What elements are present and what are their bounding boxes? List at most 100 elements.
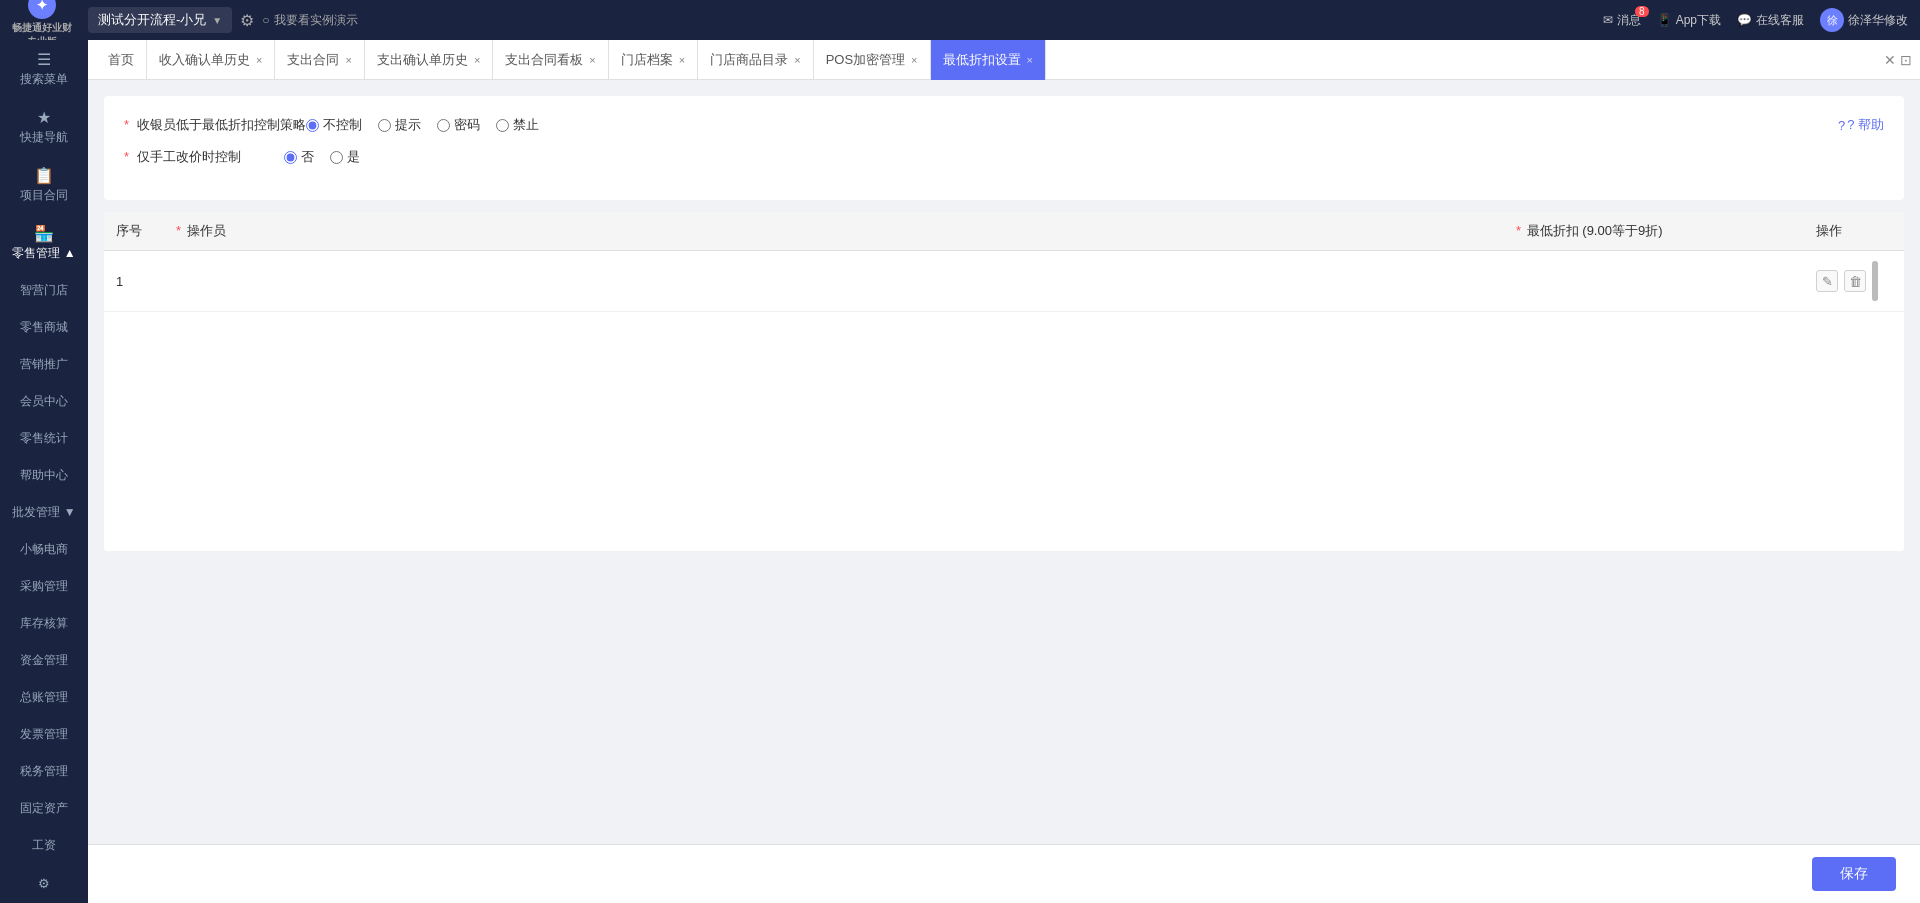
salary-label: 工资 [32,837,56,854]
cell-operator[interactable] [164,251,1504,311]
tab-expense-history-close[interactable]: × [474,54,480,66]
help-text: ? 帮助 [1847,116,1884,134]
user-item[interactable]: 徐 徐泽华修改 [1820,8,1908,32]
cell-min-discount[interactable] [1504,251,1804,311]
sidebar-item-inventory[interactable]: 库存核算 [0,605,88,642]
sidebar-item-search[interactable]: ☰ 搜索菜单 [0,40,88,98]
tab-expense-history[interactable]: 支出确认单历史 × [365,40,493,80]
sidebar-item-wholesale[interactable]: 批发管理 ▼ [0,494,88,531]
tab-income-history[interactable]: 收入确认单历史 × [147,40,275,80]
sidebar-item-purchase[interactable]: 采购管理 [0,568,88,605]
sidebar-item-smart-store[interactable]: 智营门店 [0,272,88,309]
close-current-tab-icon[interactable]: ✕ [1884,52,1896,68]
online-service-icon: 💬 [1737,13,1752,27]
radio-yes-input[interactable] [330,151,343,164]
close-all-tabs-icon[interactable]: ⊡ [1900,52,1912,68]
sidebar-item-ledger[interactable]: 总账管理 [0,679,88,716]
app-download-item[interactable]: 📱 App下载 [1657,12,1721,29]
topbar-settings-icon[interactable]: ⚙ [240,11,254,30]
sidebar-item-retail[interactable]: 🏪 零售管理 ▲ [0,214,88,272]
tab-pos-encrypt[interactable]: POS加密管理 × [814,40,931,80]
radio-password-input[interactable] [437,119,450,132]
delete-icon: 🗑 [1849,274,1862,289]
tab-close-actions: ✕ ⊡ [1876,52,1912,68]
radio-no[interactable]: 否 [284,148,314,166]
smart-store-label: 智营门店 [20,282,68,299]
field2-label-text: 仅手工改价时控制 [137,149,241,164]
manual-price-radio-group: 否 是 [284,148,360,166]
sidebar-item-retail-mall[interactable]: 零售商城 [0,309,88,346]
app-container: ✦ 畅捷通好业财 专业版 测试分开流程-小兄 ▼ ⚙ ○ 我要看实例演示 ✉ 消… [0,0,1920,903]
logo-icon: ✦ [28,0,56,19]
tab-pos-encrypt-close[interactable]: × [911,54,917,66]
purchase-label: 采购管理 [20,578,68,595]
col-seq: 序号 [104,212,164,250]
col-min-discount-required: * [1516,223,1521,238]
tab-min-discount[interactable]: 最低折扣设置 × [931,40,1046,80]
retail-mall-label: 零售商城 [20,319,68,336]
table-row: 1 ✎ [104,251,1904,312]
sidebar-item-shortcut[interactable]: ★ 快捷导航 [0,98,88,156]
sidebar-item-invoice[interactable]: 发票管理 [0,716,88,753]
radio-no-control[interactable]: 不控制 [306,116,362,134]
tab-expense-contract-close[interactable]: × [345,54,351,66]
project-selector[interactable]: 测试分开流程-小兄 ▼ [88,7,232,33]
sidebar-item-ecommerce[interactable]: 小畅电商 [0,531,88,568]
tab-home[interactable]: 首页 [96,40,147,80]
operator-input[interactable] [176,274,1492,289]
col-action-label: 操作 [1816,223,1842,238]
sidebar-item-asset[interactable]: 固定资产 [0,790,88,827]
sidebar-item-salary[interactable]: 工资 [0,827,88,864]
sidebar-settings-btn[interactable]: ⚙ [0,864,88,903]
col-operator: * 操作员 [164,212,1504,250]
radio-no-input[interactable] [284,151,297,164]
radio-password[interactable]: 密码 [437,116,480,134]
sidebar-item-finance[interactable]: 资金管理 [0,642,88,679]
retail-stat-label: 零售统计 [20,430,68,447]
sidebar-item-help[interactable]: 帮助中心 [0,457,88,494]
settings-gear-icon: ⚙ [38,876,50,891]
save-button[interactable]: 保存 [1812,857,1896,891]
tab-income-history-close[interactable]: × [256,54,262,66]
row-delete-btn[interactable]: 🗑 [1844,270,1866,292]
cell-seq: 1 [104,251,164,311]
tab-min-discount-close[interactable]: × [1027,54,1033,66]
help-link[interactable]: ? ? 帮助 [1838,116,1884,134]
radio-remind[interactable]: 提示 [378,116,421,134]
tab-store-products-close[interactable]: × [794,54,800,66]
radio-no-control-input[interactable] [306,119,319,132]
radio-forbid[interactable]: 禁止 [496,116,539,134]
ledger-label: 总账管理 [20,689,68,706]
tab-store-products[interactable]: 门店商品目录 × [698,40,813,80]
radio-yes[interactable]: 是 [330,148,360,166]
form-row-2: * 仅手工改价时控制 否 是 [124,148,1884,166]
tab-expense-board-close[interactable]: × [589,54,595,66]
avatar: 徐 [1820,8,1844,32]
sidebar-item-marketing[interactable]: 营销推广 [0,346,88,383]
sidebar-item-retail-stat[interactable]: 零售统计 [0,420,88,457]
shortcut-icon: ★ [37,108,51,127]
radio-forbid-input[interactable] [496,119,509,132]
tab-expense-board[interactable]: 支出合同看板 × [493,40,608,80]
sidebar-item-project[interactable]: 📋 项目合同 [0,156,88,214]
tab-store-file-close[interactable]: × [679,54,685,66]
row-edit-btn[interactable]: ✎ [1816,270,1838,292]
radio-forbid-label: 禁止 [513,116,539,134]
col-min-discount-label: 最低折扣 (9.00等于9折) [1527,223,1663,238]
col-operator-required: * [176,223,181,238]
tab-expense-contract[interactable]: 支出合同 × [275,40,364,80]
message-item[interactable]: ✉ 消息 8 [1603,12,1641,29]
sidebar-item-tax[interactable]: 税务管理 [0,753,88,790]
top-bar: ✦ 畅捷通好业财 专业版 测试分开流程-小兄 ▼ ⚙ ○ 我要看实例演示 ✉ 消… [0,0,1920,40]
min-discount-input[interactable] [1516,274,1792,289]
tab-store-file[interactable]: 门店档案 × [609,40,698,80]
wholesale-label: 批发管理 ▼ [12,504,75,521]
radio-remind-input[interactable] [378,119,391,132]
online-service-item[interactable]: 💬 在线客服 [1737,12,1804,29]
row-actions: ✎ 🗑 [1816,261,1878,301]
sidebar-item-member[interactable]: 会员中心 [0,383,88,420]
message-icon: ✉ [1603,13,1613,27]
demo-link[interactable]: ○ 我要看实例演示 [262,12,357,29]
field2-required: * [124,149,129,164]
tax-label: 税务管理 [20,763,68,780]
